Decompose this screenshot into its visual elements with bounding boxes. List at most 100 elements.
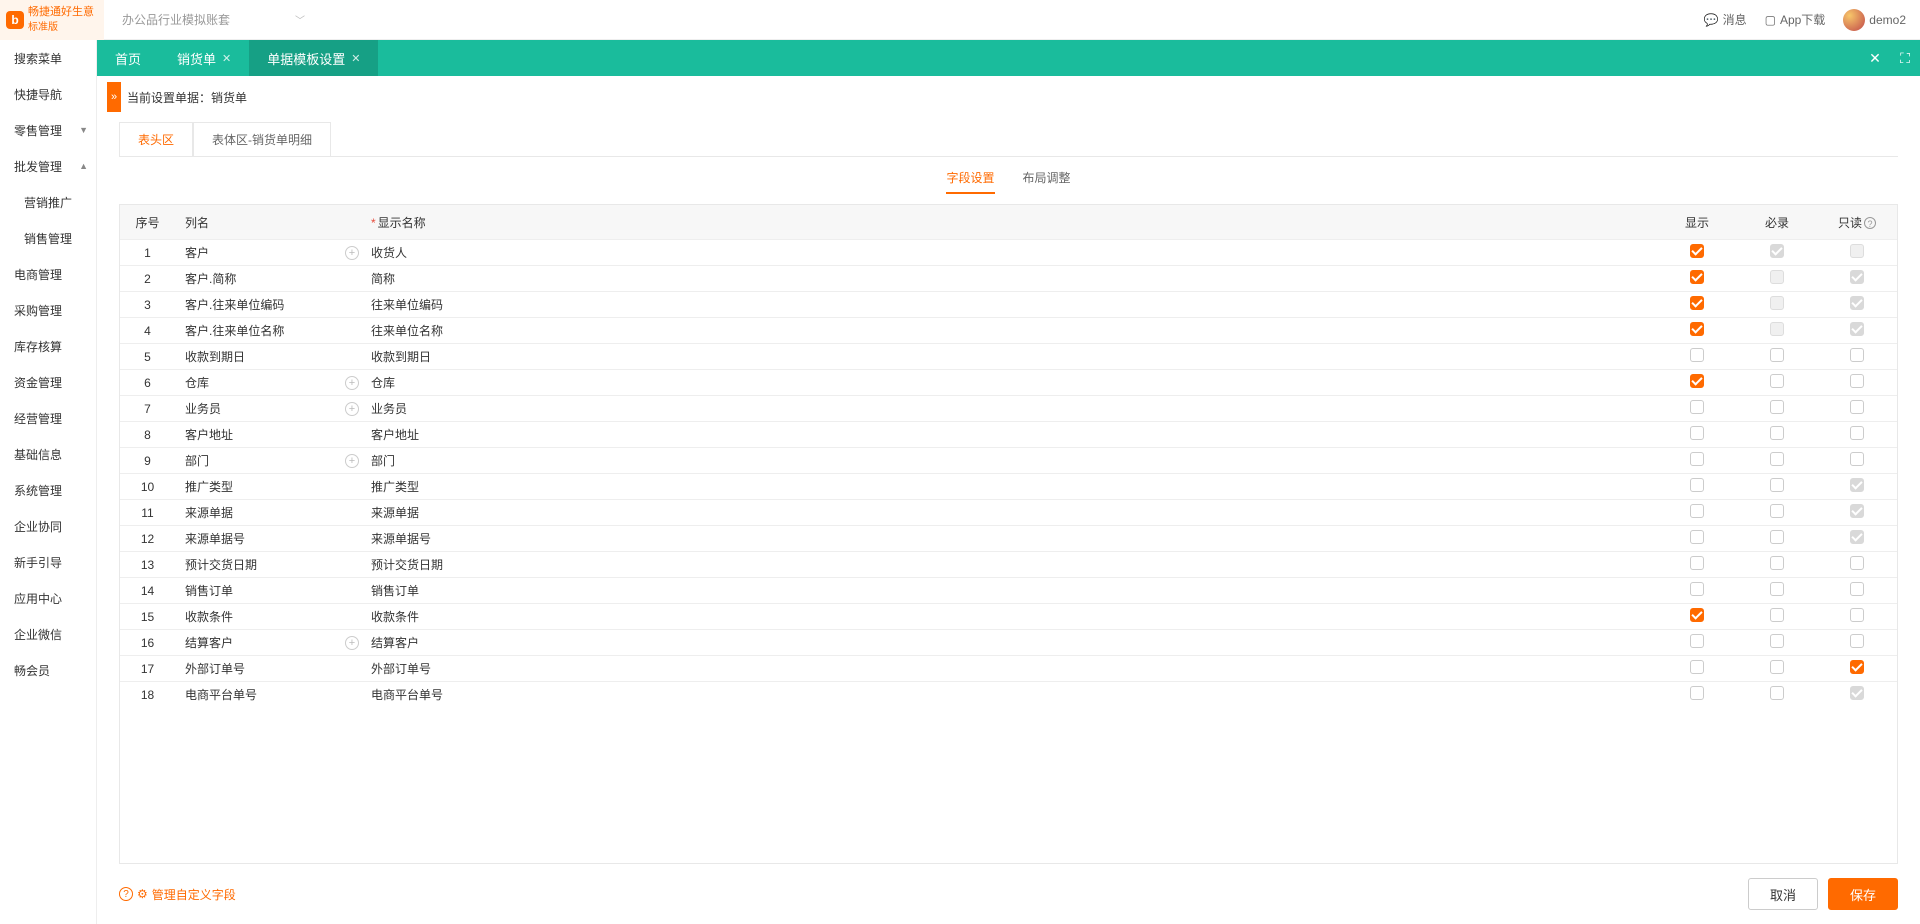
plus-icon[interactable]: +: [345, 636, 359, 650]
section-tab[interactable]: 表头区: [119, 122, 193, 156]
sidebar-item[interactable]: 经营管理: [0, 400, 96, 436]
close-all-tabs-button[interactable]: ✕: [1860, 40, 1890, 76]
plus-icon[interactable]: +: [345, 454, 359, 468]
sidebar-item[interactable]: 资金管理: [0, 364, 96, 400]
checkbox[interactable]: [1690, 556, 1704, 570]
display-name-cell[interactable]: 客户地址: [361, 426, 1657, 443]
display-name-cell[interactable]: 收款条件: [361, 608, 1657, 625]
checkbox[interactable]: [1770, 478, 1784, 492]
checkbox[interactable]: [1850, 660, 1864, 674]
plus-icon[interactable]: +: [345, 402, 359, 416]
checkbox[interactable]: [1770, 608, 1784, 622]
sub-tab[interactable]: 字段设置: [946, 169, 994, 194]
checkbox[interactable]: [1850, 400, 1864, 414]
checkbox[interactable]: [1690, 660, 1704, 674]
display-name-cell[interactable]: 结算客户: [361, 634, 1657, 651]
sidebar-item[interactable]: 库存核算: [0, 328, 96, 364]
sidebar-item[interactable]: 批发管理▲: [0, 148, 96, 184]
checkbox[interactable]: [1690, 686, 1704, 700]
brand[interactable]: b 畅捷通好生意 标准版: [0, 0, 104, 40]
checkbox[interactable]: [1770, 504, 1784, 518]
checkbox[interactable]: [1690, 374, 1704, 388]
checkbox[interactable]: [1850, 426, 1864, 440]
display-name-cell[interactable]: 收款到期日: [361, 348, 1657, 365]
sidebar-item[interactable]: 企业微信: [0, 616, 96, 652]
tab[interactable]: 单据模板设置✕: [249, 40, 378, 76]
close-icon[interactable]: ✕: [351, 52, 360, 65]
display-name-cell[interactable]: 往来单位名称: [361, 322, 1657, 339]
display-name-cell[interactable]: 仓库: [361, 374, 1657, 391]
display-name-cell[interactable]: 部门: [361, 452, 1657, 469]
checkbox[interactable]: [1770, 660, 1784, 674]
account-set-selector[interactable]: 办公品行业模拟账套 ﹀: [122, 11, 305, 28]
plus-icon[interactable]: +: [345, 376, 359, 390]
app-download-button[interactable]: ▢ App下载: [1765, 11, 1826, 28]
checkbox[interactable]: [1690, 400, 1704, 414]
checkbox[interactable]: [1690, 426, 1704, 440]
cancel-button[interactable]: 取消: [1748, 878, 1818, 910]
checkbox[interactable]: [1770, 530, 1784, 544]
display-name-cell[interactable]: 推广类型: [361, 478, 1657, 495]
checkbox[interactable]: [1690, 634, 1704, 648]
sidebar-item[interactable]: 销售管理: [0, 220, 96, 256]
checkbox[interactable]: [1690, 322, 1704, 336]
display-name-cell[interactable]: 销售订单: [361, 582, 1657, 599]
display-name-cell[interactable]: 往来单位编码: [361, 296, 1657, 313]
section-tab[interactable]: 表体区-销货单明细: [193, 122, 331, 156]
checkbox[interactable]: [1850, 608, 1864, 622]
display-name-cell[interactable]: 预计交货日期: [361, 556, 1657, 573]
checkbox[interactable]: [1770, 348, 1784, 362]
checkbox[interactable]: [1690, 270, 1704, 284]
sidebar-item[interactable]: 营销推广: [0, 184, 96, 220]
sidebar-item[interactable]: 电商管理: [0, 256, 96, 292]
checkbox[interactable]: [1690, 608, 1704, 622]
sidebar-item[interactable]: 快捷导航: [0, 76, 96, 112]
sidebar-item[interactable]: 搜索菜单: [0, 40, 96, 76]
checkbox[interactable]: [1770, 686, 1784, 700]
sub-tab[interactable]: 布局调整: [1023, 169, 1071, 194]
display-name-cell[interactable]: 简称: [361, 270, 1657, 287]
fullscreen-button[interactable]: ⛶: [1890, 40, 1920, 76]
sidebar-item[interactable]: 新手引导: [0, 544, 96, 580]
checkbox[interactable]: [1850, 374, 1864, 388]
checkbox[interactable]: [1770, 582, 1784, 596]
tab[interactable]: 首页: [97, 40, 159, 76]
tab[interactable]: 销货单✕: [159, 40, 249, 76]
sidebar-item[interactable]: 采购管理: [0, 292, 96, 328]
checkbox[interactable]: [1690, 452, 1704, 466]
messages-button[interactable]: 💬 消息: [1704, 11, 1747, 28]
expand-handle[interactable]: »: [107, 82, 121, 112]
sidebar-item[interactable]: 畅会员: [0, 652, 96, 688]
checkbox[interactable]: [1690, 504, 1704, 518]
checkbox[interactable]: [1850, 452, 1864, 466]
user-menu[interactable]: demo2: [1843, 9, 1906, 31]
sidebar-item[interactable]: 零售管理▼: [0, 112, 96, 148]
checkbox[interactable]: [1690, 348, 1704, 362]
checkbox[interactable]: [1770, 374, 1784, 388]
checkbox[interactable]: [1690, 530, 1704, 544]
checkbox[interactable]: [1690, 582, 1704, 596]
display-name-cell[interactable]: 来源单据: [361, 504, 1657, 521]
sidebar-item[interactable]: 应用中心: [0, 580, 96, 616]
display-name-cell[interactable]: 业务员: [361, 400, 1657, 417]
sidebar-item[interactable]: 系统管理: [0, 472, 96, 508]
display-name-cell[interactable]: 收货人: [361, 244, 1657, 261]
checkbox[interactable]: [1770, 452, 1784, 466]
checkbox[interactable]: [1850, 582, 1864, 596]
save-button[interactable]: 保存: [1828, 878, 1898, 910]
checkbox[interactable]: [1770, 556, 1784, 570]
checkbox[interactable]: [1850, 634, 1864, 648]
sidebar-item[interactable]: 基础信息: [0, 436, 96, 472]
manage-custom-fields-link[interactable]: ? ⚙ 管理自定义字段: [119, 886, 236, 903]
checkbox[interactable]: [1850, 348, 1864, 362]
checkbox[interactable]: [1770, 400, 1784, 414]
checkbox[interactable]: [1690, 296, 1704, 310]
checkbox[interactable]: [1770, 634, 1784, 648]
close-icon[interactable]: ✕: [222, 52, 231, 65]
display-name-cell[interactable]: 外部订单号: [361, 660, 1657, 677]
display-name-cell[interactable]: 来源单据号: [361, 530, 1657, 547]
display-name-cell[interactable]: 电商平台单号: [361, 686, 1657, 703]
plus-icon[interactable]: +: [345, 246, 359, 260]
checkbox[interactable]: [1690, 478, 1704, 492]
checkbox[interactable]: [1850, 556, 1864, 570]
